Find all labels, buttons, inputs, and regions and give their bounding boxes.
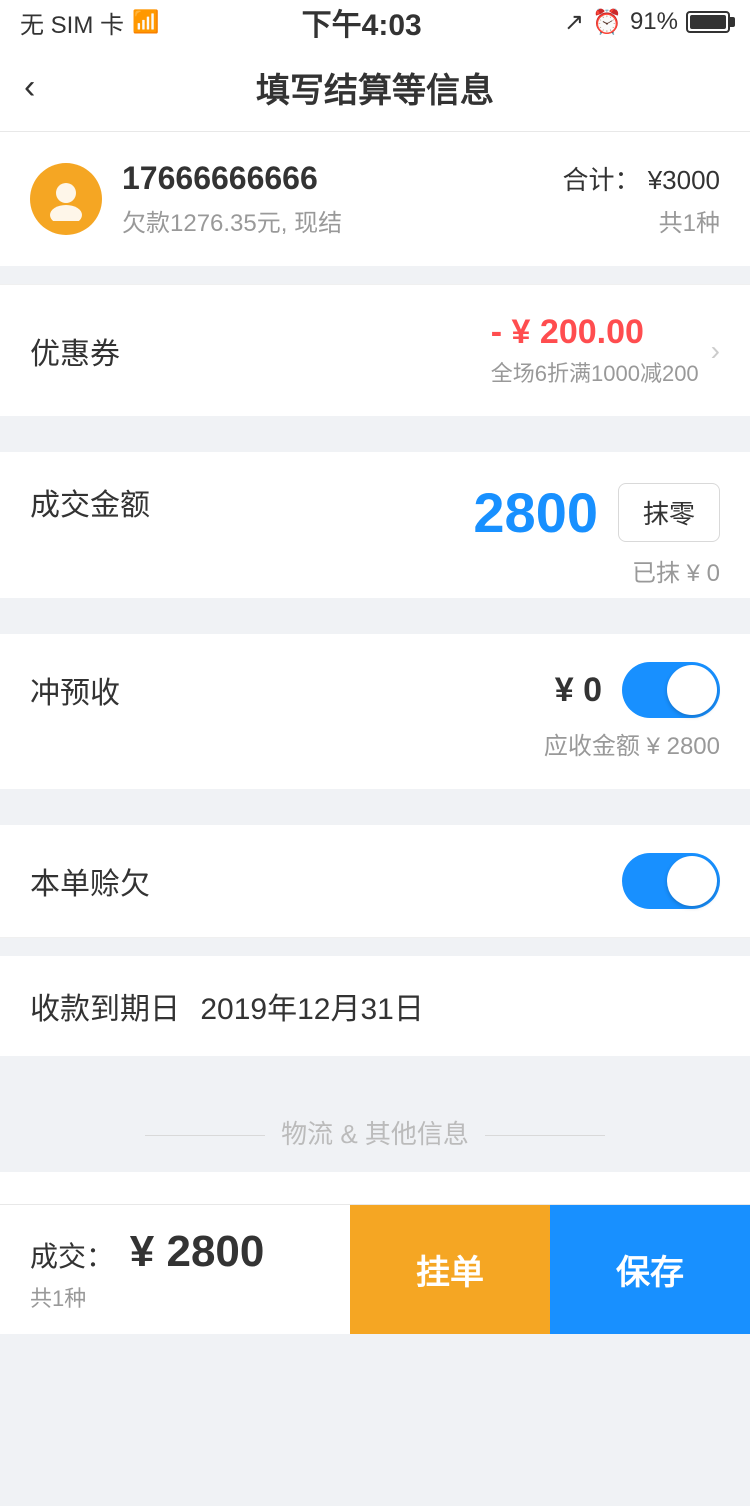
deal-amount-value-area: 2800 抹零 已抹 ¥ 0 xyxy=(150,480,720,588)
coupon-desc: 全场6折满1000减200 xyxy=(491,356,699,388)
location-icon: ↗ xyxy=(564,8,584,37)
user-info: 17666666666 欠款1276.35元, 现结 xyxy=(122,160,562,238)
logistics-divider: 物流 & 其他信息 xyxy=(0,1092,750,1172)
coupon-row[interactable]: 优惠券 - ¥ 200.00 全场6折满1000减200 › xyxy=(0,284,750,416)
deal-amount-section: 成交金额 2800 抹零 已抹 ¥ 0 xyxy=(0,452,750,598)
chong-amount: ¥ 0 xyxy=(555,671,602,710)
benshun-label: 本单赊欠 xyxy=(30,859,150,903)
section-divider-1 xyxy=(0,434,750,452)
bottom-deal-amount: ¥ 2800 xyxy=(130,1227,265,1276)
bottom-deal-label: 成交： xyxy=(30,1241,114,1272)
page-title: 填写结算等信息 xyxy=(256,63,494,112)
hang-button[interactable]: 挂单 xyxy=(350,1205,550,1334)
deal-amount-value: 2800 xyxy=(473,480,598,545)
alarm-icon: ⏰ xyxy=(592,8,622,37)
user-phone: 17666666666 xyxy=(122,160,562,197)
section-divider-2 xyxy=(0,616,750,634)
status-time: 下午4:03 xyxy=(302,0,422,44)
status-left: 无 SIM 卡 📶 xyxy=(20,5,159,40)
total-label: 合计： ¥3000 xyxy=(562,160,720,197)
back-button[interactable]: ‹ xyxy=(24,68,35,107)
user-sub: 欠款1276.35元, 现结 xyxy=(122,203,562,238)
benshun-toggle[interactable] xyxy=(622,853,720,909)
wifi-icon: 📶 xyxy=(132,9,159,35)
chong-toggle[interactable] xyxy=(622,662,720,718)
due-date-label: 收款到期日 xyxy=(30,993,180,1026)
chong-top: 冲预收 ¥ 0 xyxy=(30,662,720,718)
logistics-text: 物流 & 其他信息 xyxy=(129,1114,621,1151)
avatar xyxy=(30,163,102,235)
chevron-right-icon: › xyxy=(711,335,720,367)
battery-icon xyxy=(686,11,730,33)
benshun-row: 本单赊欠 xyxy=(0,825,750,938)
bottom-summary: 成交： ¥ 2800 共1种 xyxy=(0,1227,350,1313)
section-divider-4 xyxy=(0,1074,750,1092)
deal-amount-label: 成交金额 xyxy=(30,480,150,524)
chong-sub: 应收金额 ¥ 2800 xyxy=(30,726,720,761)
deal-amount-sub: 已抹 ¥ 0 xyxy=(632,553,720,588)
chong-label: 冲预收 xyxy=(30,668,120,712)
save-button[interactable]: 保存 xyxy=(550,1205,750,1334)
coupon-discount: - ¥ 200.00 xyxy=(491,313,699,352)
bottom-count: 共1种 xyxy=(30,1281,320,1313)
deal-amount-col: 2800 抹零 已抹 ¥ 0 xyxy=(473,480,720,588)
status-bar: 无 SIM 卡 📶 下午4:03 ↗ ⏰ 91% xyxy=(0,0,750,44)
user-amount: 合计： ¥3000 共1种 xyxy=(562,160,720,238)
status-right: ↗ ⏰ 91% xyxy=(564,8,730,37)
bottom-buttons: 挂单 保存 xyxy=(350,1205,750,1334)
user-info-row: 17666666666 欠款1276.35元, 现结 合计： ¥3000 共1种 xyxy=(0,132,750,266)
benshun-toggle-knob xyxy=(667,856,717,906)
battery-percent: 91% xyxy=(630,8,678,36)
extra-space xyxy=(0,1336,750,1376)
total-value: ¥3000 xyxy=(648,165,720,195)
round-zero-button[interactable]: 抹零 xyxy=(618,483,720,542)
total-count: 共1种 xyxy=(562,203,720,238)
nav-bar: ‹ 填写结算等信息 xyxy=(0,44,750,132)
deal-amount-row: 成交金额 2800 抹零 已抹 ¥ 0 xyxy=(0,452,750,598)
due-date-value: 2019年12月31日 xyxy=(200,993,423,1026)
coupon-label: 优惠券 xyxy=(30,329,120,373)
coupon-discount-area: - ¥ 200.00 全场6折满1000减200 xyxy=(491,313,699,388)
chong-right: ¥ 0 xyxy=(555,662,720,718)
bottom-deal-line: 成交： ¥ 2800 xyxy=(30,1227,320,1277)
due-date-row: 收款到期日 2019年12月31日 xyxy=(0,956,750,1056)
section-divider-3 xyxy=(0,807,750,825)
sim-status: 无 SIM 卡 xyxy=(20,5,124,40)
chong-yushou-row: 冲预收 ¥ 0 应收金额 ¥ 2800 xyxy=(0,634,750,789)
coupon-right: - ¥ 200.00 全场6折满1000减200 › xyxy=(491,313,720,388)
bottom-bar: 成交： ¥ 2800 共1种 挂单 保存 xyxy=(0,1204,750,1334)
toggle-knob xyxy=(667,665,717,715)
